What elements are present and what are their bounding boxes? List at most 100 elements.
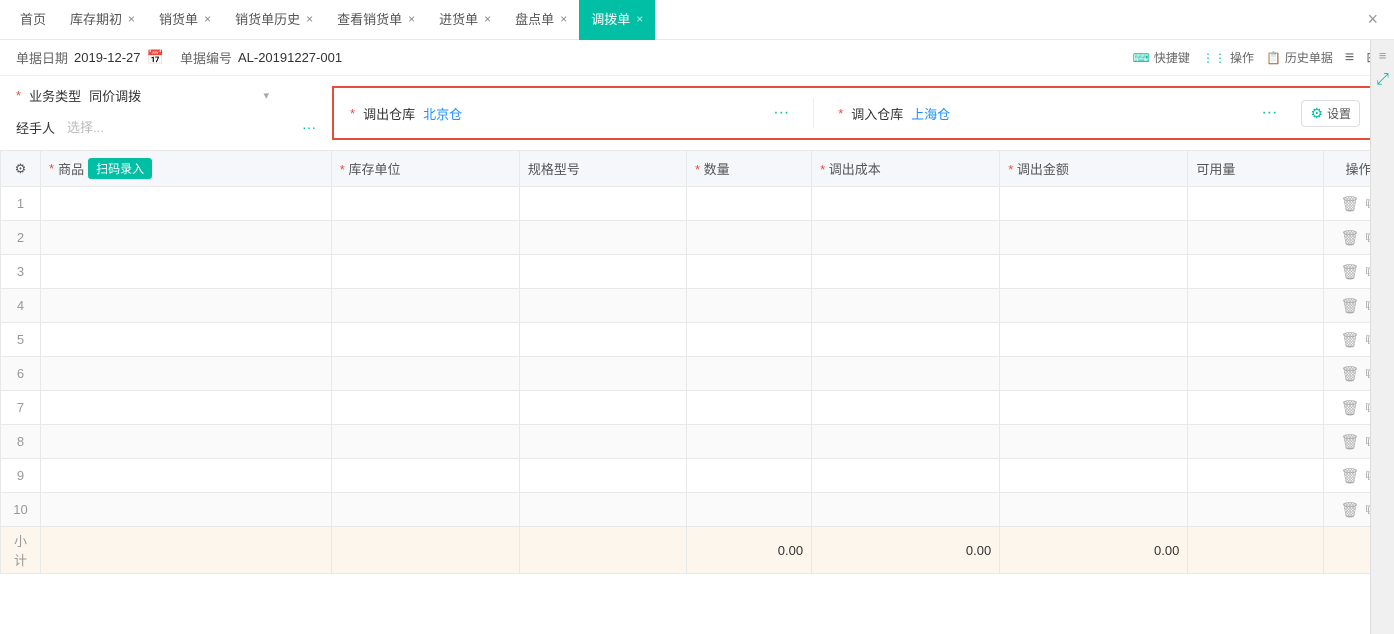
cell-unit[interactable] <box>331 289 519 323</box>
history-button[interactable]: 📋 历史单据 <box>1266 49 1333 66</box>
cell-qty[interactable] <box>686 391 811 425</box>
col-gear[interactable]: ⚙ <box>1 151 41 187</box>
cell-spec[interactable] <box>519 289 686 323</box>
tab-close-sales-order[interactable]: × <box>204 12 211 26</box>
cell-qty[interactable] <box>686 289 811 323</box>
delete-icon[interactable]: 🗑 <box>1341 263 1360 281</box>
tab-home[interactable]: 首页 <box>8 0 58 40</box>
cell-cost[interactable] <box>812 289 1000 323</box>
cell-cost[interactable] <box>812 323 1000 357</box>
tab-close-transfer[interactable]: × <box>636 12 643 26</box>
tab-stocktake[interactable]: 盘点单 × <box>503 0 579 40</box>
cell-amount[interactable] <box>1000 187 1188 221</box>
cell-spec[interactable] <box>519 357 686 391</box>
cell-unit[interactable] <box>331 187 519 221</box>
cell-spec[interactable] <box>519 323 686 357</box>
cell-cost[interactable] <box>812 187 1000 221</box>
cell-qty[interactable] <box>686 425 811 459</box>
cell-qty[interactable] <box>686 187 811 221</box>
cell-product[interactable] <box>41 187 332 221</box>
transfer-in-more-icon[interactable]: ··· <box>1261 104 1277 122</box>
cell-cost[interactable] <box>812 391 1000 425</box>
cell-amount[interactable] <box>1000 391 1188 425</box>
cell-unit[interactable] <box>331 459 519 493</box>
cell-spec[interactable] <box>519 221 686 255</box>
scan-entry-button[interactable]: 扫码录入 <box>88 158 152 179</box>
cell-unit[interactable] <box>331 357 519 391</box>
tab-close-view-sales[interactable]: × <box>408 12 415 26</box>
delete-icon[interactable]: 🗑 <box>1341 501 1360 519</box>
cell-amount[interactable] <box>1000 459 1188 493</box>
cell-cost[interactable] <box>812 255 1000 289</box>
cell-unit[interactable] <box>331 425 519 459</box>
tab-view-sales[interactable]: 查看销货单 × <box>325 0 427 40</box>
cell-spec[interactable] <box>519 459 686 493</box>
tab-close-stocktake[interactable]: × <box>560 12 567 26</box>
cell-product[interactable] <box>41 255 332 289</box>
cell-amount[interactable] <box>1000 493 1188 527</box>
window-close-button[interactable]: × <box>1359 9 1386 30</box>
cell-spec[interactable] <box>519 391 686 425</box>
delete-icon[interactable]: 🗑 <box>1341 399 1360 417</box>
delete-icon[interactable]: 🗑 <box>1341 195 1360 213</box>
cell-cost[interactable] <box>812 459 1000 493</box>
list-view-button[interactable]: ≡ <box>1345 49 1354 67</box>
calendar-icon[interactable]: 📅 <box>147 49 164 66</box>
handler-more-icon[interactable]: ··· <box>302 119 316 135</box>
cell-product[interactable] <box>41 425 332 459</box>
cell-cost[interactable] <box>812 493 1000 527</box>
cell-qty[interactable] <box>686 459 811 493</box>
tab-inventory-init[interactable]: 库存期初 × <box>58 0 147 40</box>
cell-available[interactable] <box>1188 221 1324 255</box>
cell-amount[interactable] <box>1000 323 1188 357</box>
cell-spec[interactable] <box>519 255 686 289</box>
tab-transfer[interactable]: 调拨单 × <box>579 0 655 40</box>
cell-available[interactable] <box>1188 493 1324 527</box>
cell-available[interactable] <box>1188 459 1324 493</box>
delete-icon[interactable]: 🗑 <box>1341 229 1360 247</box>
cell-product[interactable] <box>41 323 332 357</box>
cell-unit[interactable] <box>331 255 519 289</box>
tab-close-purchase[interactable]: × <box>484 12 491 26</box>
tab-purchase[interactable]: 进货单 × <box>427 0 503 40</box>
cell-available[interactable] <box>1188 255 1324 289</box>
delete-icon[interactable]: 🗑 <box>1341 467 1360 485</box>
cell-unit[interactable] <box>331 391 519 425</box>
delete-icon[interactable]: 🗑 <box>1341 365 1360 383</box>
cell-spec[interactable] <box>519 425 686 459</box>
cell-unit[interactable] <box>331 323 519 357</box>
cell-amount[interactable] <box>1000 255 1188 289</box>
cell-available[interactable] <box>1188 391 1324 425</box>
cell-product[interactable] <box>41 289 332 323</box>
cell-unit[interactable] <box>331 493 519 527</box>
delete-icon[interactable]: 🗑 <box>1341 331 1360 349</box>
cell-amount[interactable] <box>1000 425 1188 459</box>
cell-qty[interactable] <box>686 357 811 391</box>
cell-product[interactable] <box>41 357 332 391</box>
cell-cost[interactable] <box>812 425 1000 459</box>
handler-input[interactable]: 选择... <box>63 115 294 139</box>
panel-list-icon[interactable]: ≡ <box>1379 48 1387 63</box>
cell-product[interactable] <box>41 391 332 425</box>
cell-available[interactable] <box>1188 323 1324 357</box>
tab-close-inventory-init[interactable]: × <box>128 12 135 26</box>
cell-qty[interactable] <box>686 255 811 289</box>
delete-icon[interactable]: 🗑 <box>1341 433 1360 451</box>
cell-amount[interactable] <box>1000 221 1188 255</box>
cell-available[interactable] <box>1188 357 1324 391</box>
cell-cost[interactable] <box>812 357 1000 391</box>
cell-unit[interactable] <box>331 221 519 255</box>
business-type-select[interactable]: 同价调拨 ▾ <box>89 86 269 105</box>
cell-spec[interactable] <box>519 493 686 527</box>
transfer-out-more-icon[interactable]: ··· <box>773 104 789 122</box>
shortcuts-button[interactable]: ⌨ 快捷键 <box>1133 49 1190 66</box>
cell-product[interactable] <box>41 459 332 493</box>
delete-icon[interactable]: 🗑 <box>1341 297 1360 315</box>
panel-expand-icon[interactable]: ⤢ <box>1376 71 1389 89</box>
cell-qty[interactable] <box>686 221 811 255</box>
cell-cost[interactable] <box>812 221 1000 255</box>
cell-spec[interactable] <box>519 187 686 221</box>
operations-button[interactable]: ⋮⋮ 操作 <box>1202 49 1254 66</box>
cell-product[interactable] <box>41 221 332 255</box>
cell-available[interactable] <box>1188 289 1324 323</box>
